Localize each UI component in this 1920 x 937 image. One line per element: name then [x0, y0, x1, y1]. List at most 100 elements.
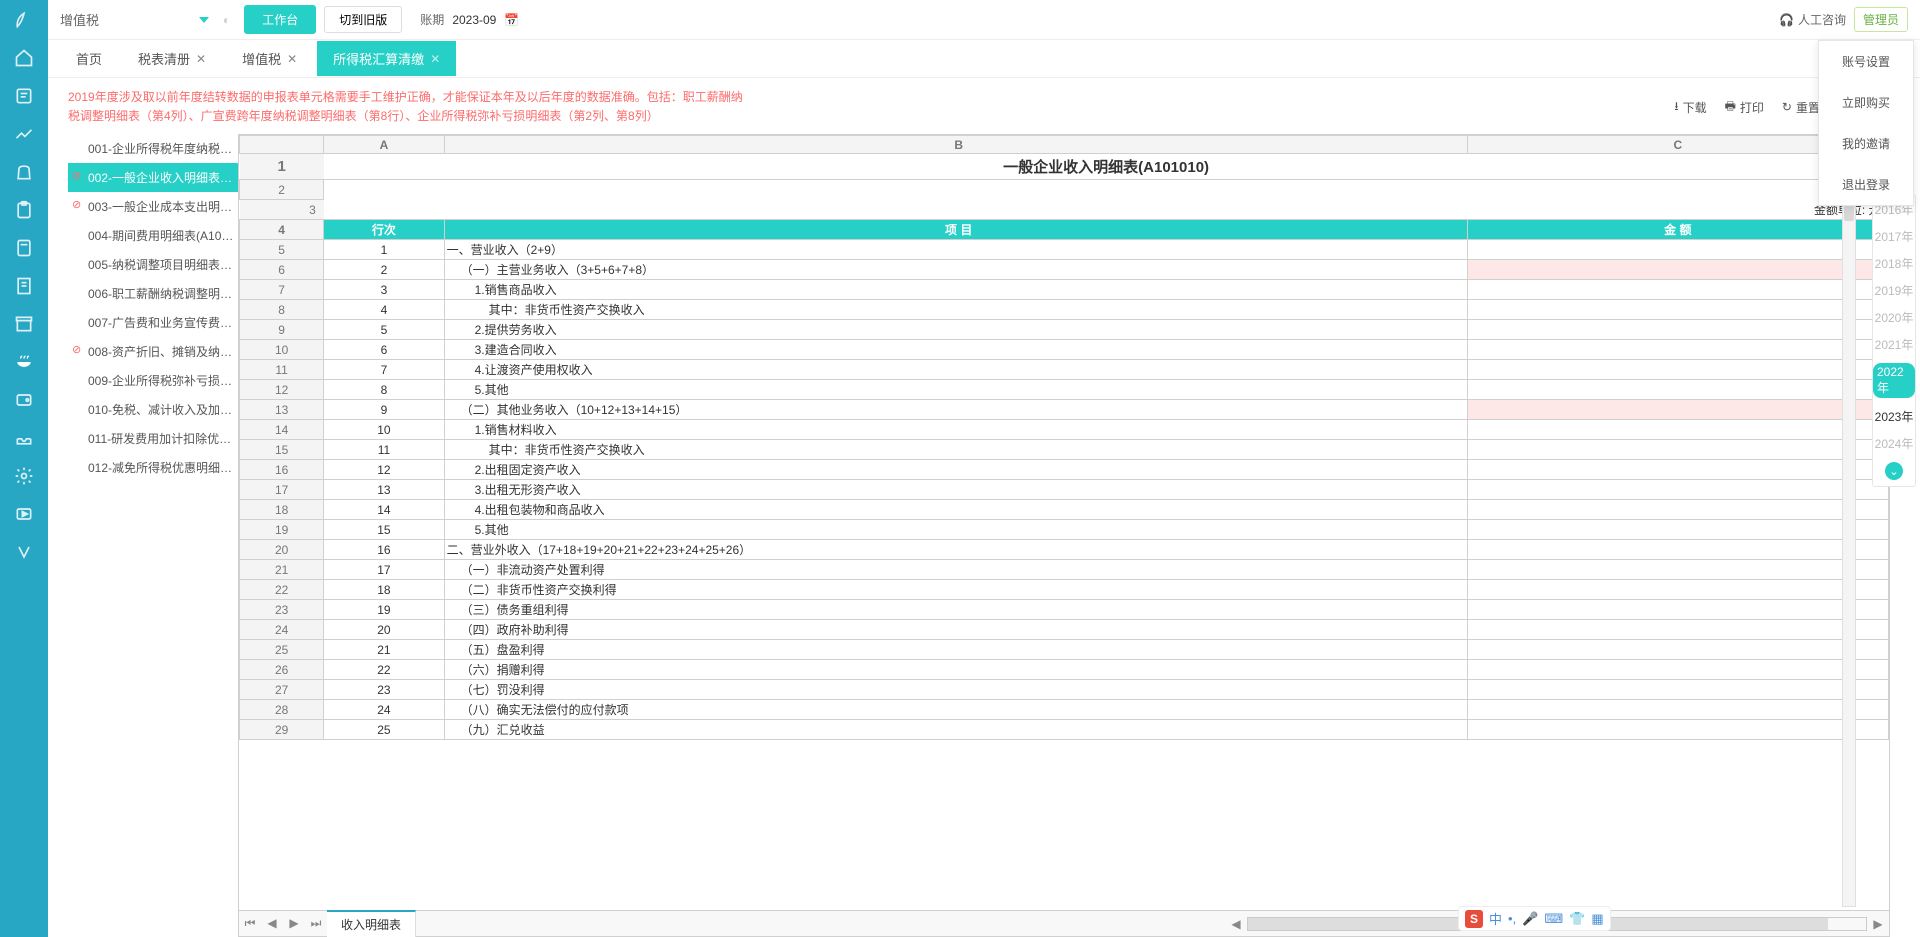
cell-amount[interactable] [1467, 240, 1888, 260]
download-button[interactable]: ⭳下载 [1674, 97, 1706, 118]
cell-amount[interactable] [1467, 300, 1888, 320]
period-value[interactable]: 2023-09 [452, 13, 496, 27]
row-header[interactable]: 5 [240, 240, 324, 260]
vscroll-track[interactable] [1842, 140, 1856, 907]
video-icon[interactable] [14, 504, 34, 524]
ime-mic-icon[interactable]: 🎤 [1522, 911, 1538, 927]
bowl-icon[interactable] [14, 352, 34, 372]
row-header[interactable]: 22 [240, 580, 324, 600]
home-icon[interactable] [14, 48, 34, 68]
col-header[interactable]: A [324, 136, 444, 154]
col-header[interactable]: B [444, 136, 1467, 154]
form-list-item[interactable]: 001-企业所得税年度纳税申... [68, 134, 238, 163]
cell-amount[interactable] [1467, 720, 1888, 740]
row-header[interactable]: 21 [240, 560, 324, 580]
form-list-item[interactable]: 005-纳税调整项目明细表(A1... [68, 250, 238, 279]
form-list-item[interactable]: 006-职工薪酬纳税调整明细... [68, 279, 238, 308]
wallet-icon[interactable] [14, 390, 34, 410]
expand-icon[interactable]: ⌄ [1885, 462, 1903, 480]
close-icon[interactable]: ✕ [196, 52, 206, 66]
book-icon[interactable] [14, 86, 34, 106]
cell-amount[interactable] [1467, 620, 1888, 640]
consult-button[interactable]: 🎧 人工咨询 [1779, 11, 1846, 28]
row-header[interactable]: 7 [240, 280, 324, 300]
sheet-prev-icon[interactable]: ◀ [261, 916, 283, 931]
clipboard-icon[interactable] [14, 200, 34, 220]
form-list-item[interactable]: 012-减免所得税优惠明细表(... [68, 453, 238, 482]
row-header[interactable]: 10 [240, 340, 324, 360]
bag-icon[interactable] [14, 162, 34, 182]
row-header[interactable]: 15 [240, 440, 324, 460]
row-header[interactable]: 26 [240, 660, 324, 680]
year-item[interactable]: 2023年 [1875, 408, 1914, 425]
tab[interactable]: 首页 [60, 41, 118, 76]
ime-keyboard-icon[interactable]: ⌨ [1544, 911, 1563, 927]
admin-badge[interactable]: 管理员 [1854, 7, 1908, 32]
gear-icon[interactable] [14, 466, 34, 486]
calc-icon[interactable] [14, 238, 34, 258]
form-list-item[interactable]: 007-广告费和业务宣传费跨... [68, 308, 238, 337]
cell-amount[interactable] [1467, 260, 1888, 280]
sheet-first-icon[interactable]: ⏮ [239, 916, 261, 931]
cell-amount[interactable] [1467, 600, 1888, 620]
chart-icon[interactable] [14, 124, 34, 144]
cell-amount[interactable] [1467, 400, 1888, 420]
row-header[interactable]: 27 [240, 680, 324, 700]
form-list-item[interactable]: 002-一般企业收入明细表(A1... [68, 163, 238, 192]
form-list-item[interactable]: 008-资产折旧、摊销及纳税... [68, 337, 238, 366]
cell-amount[interactable] [1467, 580, 1888, 600]
cell-amount[interactable] [1467, 640, 1888, 660]
workbench-button[interactable]: 工作台 [244, 5, 316, 34]
switch-old-button[interactable]: 切到旧版 [324, 6, 402, 33]
ime-skin-icon[interactable]: 👕 [1569, 911, 1585, 927]
cell-amount[interactable] [1467, 680, 1888, 700]
cell-amount[interactable] [1467, 440, 1888, 460]
row-header[interactable]: 28 [240, 700, 324, 720]
year-item[interactable]: 2020年 [1875, 309, 1914, 326]
cell-amount[interactable] [1467, 480, 1888, 500]
row-header[interactable]: 14 [240, 420, 324, 440]
form-list-item[interactable]: 010-免税、减计收入及加计... [68, 395, 238, 424]
row-header[interactable]: 6 [240, 260, 324, 280]
ime-punct-icon[interactable]: •, [1508, 911, 1516, 926]
row-header[interactable]: 25 [240, 640, 324, 660]
sheet-tab[interactable]: 收入明细表 [327, 910, 416, 937]
row-header[interactable]: 17 [240, 480, 324, 500]
cell-amount[interactable] [1467, 660, 1888, 680]
row-header[interactable]: 23 [240, 600, 324, 620]
form-list-item[interactable]: 011-研发费用加计扣除优惠... [68, 424, 238, 453]
hscroll-right-icon[interactable]: ▶ [1867, 917, 1889, 931]
cell-amount[interactable] [1467, 320, 1888, 340]
row-header[interactable]: 12 [240, 380, 324, 400]
cell-amount[interactable] [1467, 460, 1888, 480]
cell-amount[interactable] [1467, 280, 1888, 300]
row-header[interactable]: 8 [240, 300, 324, 320]
receipt-icon[interactable] [14, 276, 34, 296]
print-button[interactable]: 🖶打印 [1725, 97, 1764, 118]
tab[interactable]: 增值税✕ [226, 41, 313, 76]
row-header[interactable]: 29 [240, 720, 324, 740]
row-header[interactable]: 13 [240, 400, 324, 420]
close-icon[interactable]: ✕ [430, 52, 440, 66]
row-header[interactable]: 18 [240, 500, 324, 520]
sheet-last-icon[interactable]: ⏭ [305, 916, 327, 931]
year-item[interactable]: 2021年 [1875, 336, 1914, 353]
year-item[interactable]: 2022年 [1873, 363, 1915, 398]
cell-amount[interactable] [1467, 420, 1888, 440]
ime-logo-icon[interactable]: S [1465, 910, 1483, 928]
year-item[interactable]: 2019年 [1875, 282, 1914, 299]
collapse-icon[interactable]: ◐ [223, 13, 230, 27]
row-header[interactable]: 19 [240, 520, 324, 540]
cell-amount[interactable] [1467, 380, 1888, 400]
cell-amount[interactable] [1467, 360, 1888, 380]
row-header[interactable]: 20 [240, 540, 324, 560]
tab[interactable]: 所得税汇算清缴✕ [317, 41, 456, 76]
v-icon[interactable] [14, 542, 34, 562]
user-menu-item[interactable]: 立即购买 [1819, 82, 1913, 123]
user-menu-item[interactable]: 账号设置 [1819, 41, 1913, 82]
form-list-item[interactable]: 009-企业所得税弥补亏损明... [68, 366, 238, 395]
sheet-next-icon[interactable]: ▶ [283, 916, 305, 931]
cell-amount[interactable] [1467, 340, 1888, 360]
row-header[interactable]: 11 [240, 360, 324, 380]
year-item[interactable]: 2018年 [1875, 255, 1914, 272]
